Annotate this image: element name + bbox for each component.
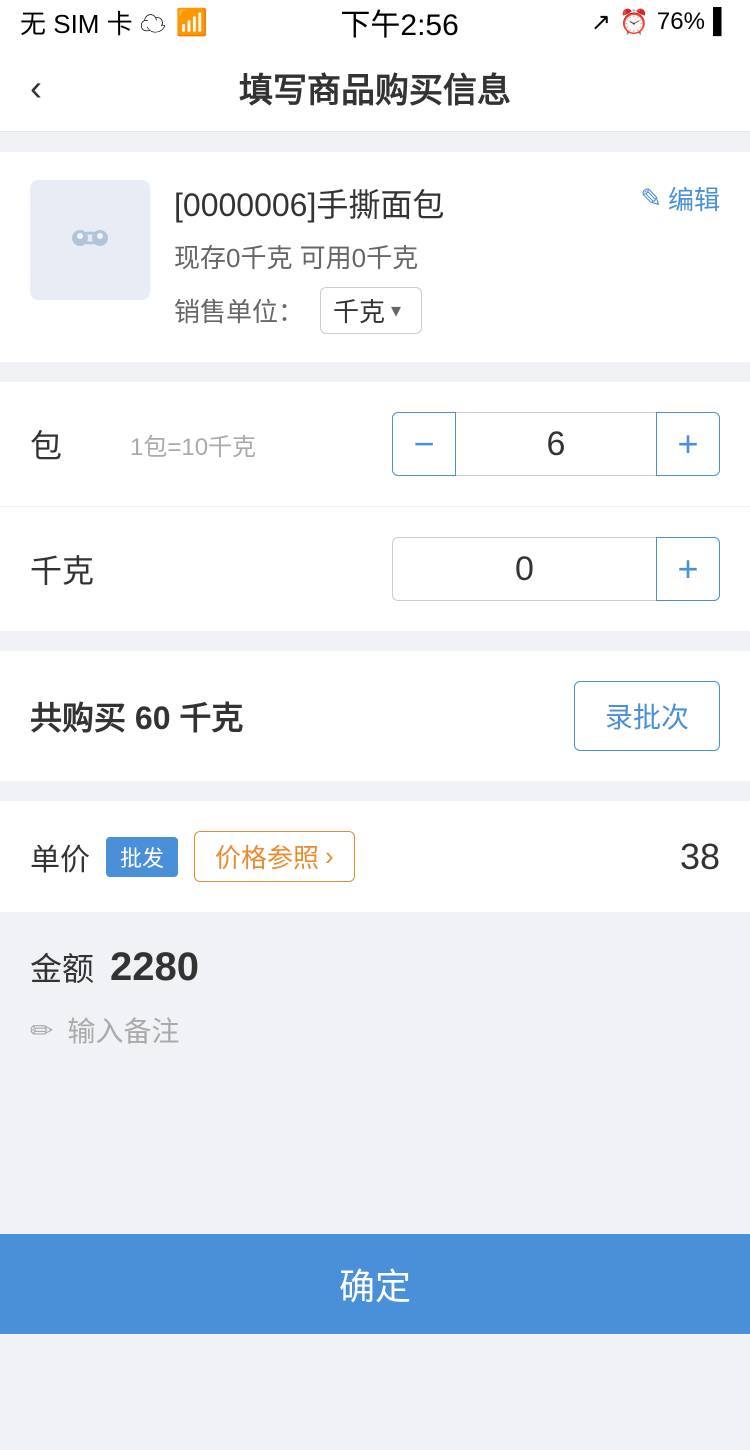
price-tag: 批发: [106, 837, 178, 877]
bao-hint: 1包=10千克: [130, 427, 372, 462]
product-card: [0000006]手撕面包 现存0千克 可用0千克 销售单位： 千克 ▾ ✎ 编…: [0, 152, 750, 362]
bao-minus-button[interactable]: −: [392, 412, 456, 476]
back-button[interactable]: ‹: [30, 67, 42, 109]
price-section: 单价 批发 价格参照 › 38: [0, 801, 750, 912]
remark-placeholder: 输入备注: [67, 1010, 179, 1050]
price-ref-label: 价格参照: [215, 838, 319, 875]
confirm-button[interactable]: 确定: [0, 1234, 750, 1334]
amount-section: 金额 2280 ✏ 输入备注: [0, 914, 750, 1070]
product-stock: 现存0千克 可用0千克: [174, 238, 720, 275]
battery-icon: ▌: [713, 8, 730, 36]
unit-select[interactable]: 千克 ▾: [320, 287, 422, 334]
total-row: 共购买 60 千克 录批次: [0, 651, 750, 781]
total-prefix: 共购买: [30, 700, 126, 736]
remark-row[interactable]: ✏ 输入备注: [30, 1010, 720, 1050]
edit-icon: ✎: [640, 183, 662, 214]
edit-label: 编辑: [668, 180, 720, 217]
page-title: 填写商品购买信息: [239, 63, 511, 112]
battery-label: 76%: [657, 8, 705, 36]
kg-plus-button[interactable]: +: [656, 537, 720, 601]
status-right: ↗ ⏰ 76% ▌: [591, 8, 730, 37]
total-amount: 60: [135, 700, 171, 736]
product-name: [0000006]手撕面包: [174, 180, 720, 226]
total-unit: 千克: [179, 700, 243, 736]
status-bar: 无 SIM 卡 ☁ 📶 下午2:56 ↗ ⏰ 76% ▌: [0, 0, 750, 44]
location-icon: ↗: [591, 8, 611, 37]
pencil-icon: ✏: [30, 1014, 53, 1047]
bao-plus-button[interactable]: +: [656, 412, 720, 476]
product-unit: 销售单位： 千克 ▾: [174, 287, 720, 334]
alarm-icon: ⏰: [619, 8, 649, 37]
bao-qty-controls: − +: [392, 412, 720, 476]
price-label: 单价: [30, 835, 90, 879]
product-image: [30, 180, 150, 300]
price-ref-button[interactable]: 价格参照 ›: [194, 831, 355, 882]
edit-button[interactable]: ✎ 编辑: [640, 180, 720, 217]
record-batch-button[interactable]: 录批次: [574, 681, 720, 751]
bao-input-row: 包 1包=10千克 − +: [0, 382, 750, 507]
total-text: 共购买 60 千克: [30, 693, 243, 739]
bao-label: 包: [30, 421, 110, 467]
amount-row: 金额 2280: [30, 944, 720, 990]
amount-value: 2280: [110, 945, 199, 990]
amount-label: 金额: [30, 944, 94, 990]
nav-bar: ‹ 填写商品购买信息: [0, 44, 750, 132]
unit-label: 销售单位：: [174, 292, 304, 329]
bao-input[interactable]: [456, 412, 656, 476]
status-time: 下午2:56: [340, 0, 458, 44]
kg-input[interactable]: [392, 537, 656, 601]
product-info: [0000006]手撕面包 现存0千克 可用0千克 销售单位： 千克 ▾: [174, 180, 720, 334]
input-section: 包 1包=10千克 − + 千克 +: [0, 382, 750, 631]
sim-label: 无 SIM 卡 ☁: [20, 4, 166, 41]
unit-value: 千克: [333, 292, 385, 329]
kg-qty-controls: +: [392, 537, 720, 601]
price-value: 38: [680, 836, 720, 878]
price-ref-arrow-icon: ›: [325, 841, 334, 872]
kg-label: 千克: [30, 546, 110, 592]
kg-input-row: 千克 +: [0, 507, 750, 631]
product-logo-icon: [60, 210, 120, 270]
dropdown-arrow-icon: ▾: [391, 298, 401, 323]
status-left: 无 SIM 卡 ☁ 📶: [20, 4, 208, 41]
wifi-icon: 📶: [176, 7, 208, 38]
